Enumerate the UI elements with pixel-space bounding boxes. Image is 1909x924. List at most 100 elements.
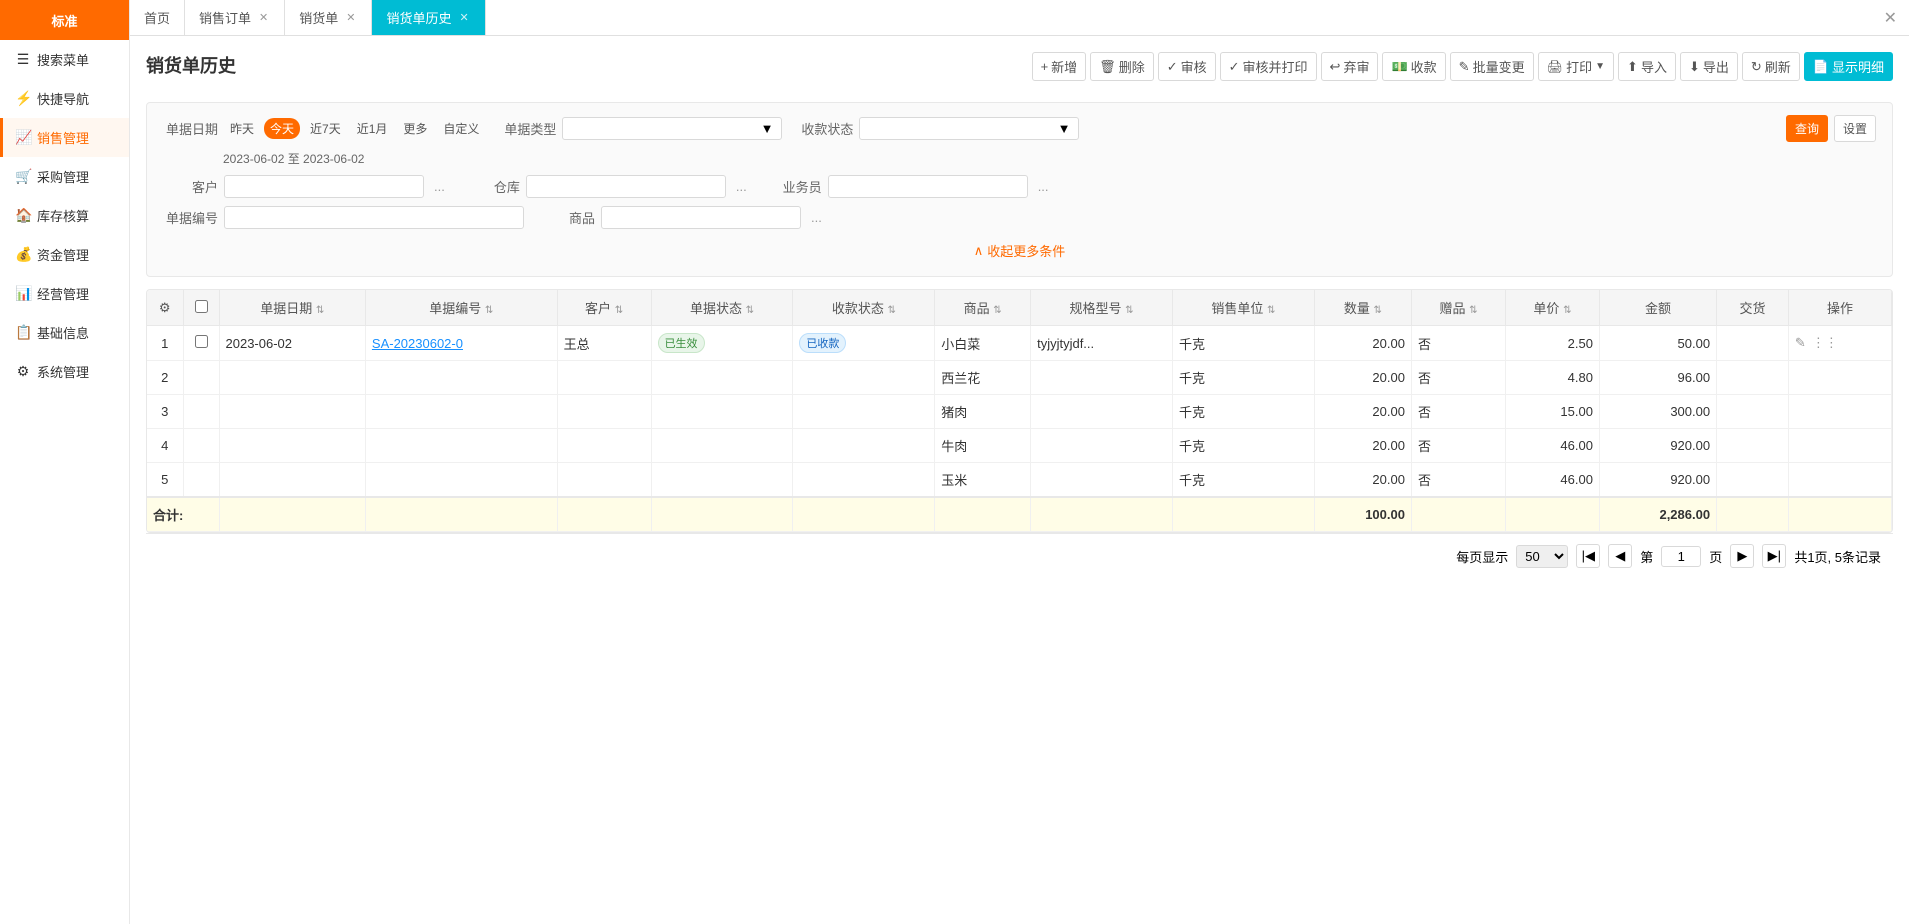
customer-ellipsis[interactable]: ... (430, 179, 449, 194)
row-price: 2.50 (1505, 326, 1599, 361)
row-checkbox[interactable] (183, 326, 219, 361)
tab-home[interactable]: 首页 (130, 0, 185, 35)
warehouse-input[interactable] (526, 175, 726, 198)
page-last-btn[interactable]: ▶| (1762, 544, 1786, 568)
row-check[interactable] (195, 335, 208, 348)
row-price: 46.00 (1505, 463, 1599, 498)
table-row: 5 玉米 千克 20.00 否 46.00 920.00 (147, 463, 1892, 498)
summary-empty-3 (557, 497, 651, 532)
table-row: 3 猪肉 千克 20.00 否 15.00 300.00 (147, 395, 1892, 429)
tab-sales-history-close[interactable]: ✕ (458, 11, 471, 24)
table-checkbox-col[interactable] (183, 290, 219, 326)
row-checkbox[interactable] (183, 429, 219, 463)
sidebar-item-sys-mgmt[interactable]: ⚙ 系统管理 (0, 352, 129, 391)
import-button[interactable]: ⬆ 导入 (1618, 52, 1676, 81)
table-settings-col[interactable]: ⚙ (147, 290, 183, 326)
sort-customer-icon[interactable]: ⇅ (615, 305, 623, 316)
tab-sales-goods[interactable]: 销货单 ✕ (285, 0, 372, 35)
edit-icon[interactable]: ✎ (1795, 335, 1806, 351)
row-checkbox[interactable] (183, 361, 219, 395)
page-prev-btn[interactable]: ◀ (1608, 544, 1632, 568)
audit-print-icon: ✓ (1229, 59, 1240, 75)
docno-input[interactable] (224, 206, 524, 229)
show-detail-button[interactable]: 📄 显示明细 (1804, 52, 1893, 81)
tab-sales-goods-close[interactable]: ✕ (344, 11, 357, 24)
print-button[interactable]: 🖨 打印 ▼ (1538, 52, 1614, 81)
sort-gift-icon[interactable]: ⇅ (1469, 305, 1477, 316)
sort-docstatus-icon[interactable]: ⇅ (746, 305, 754, 316)
customer-input[interactable] (224, 175, 424, 198)
sidebar-item-search-menu[interactable]: ☰ 搜索菜单 (0, 40, 129, 79)
sidebar-item-quick-nav[interactable]: ⚡ 快捷导航 (0, 79, 129, 118)
sort-qty-icon[interactable]: ⇅ (1374, 305, 1382, 316)
doc-no-link[interactable]: SA-20230602-0 (372, 336, 463, 351)
print-icon: 🖨 (1547, 59, 1564, 75)
sort-date-icon[interactable]: ⇅ (316, 305, 324, 316)
date-btn-custom[interactable]: 自定义 (437, 118, 485, 139)
sort-docno-icon[interactable]: ⇅ (485, 305, 493, 316)
sort-collectstatus-icon[interactable]: ⇅ (887, 305, 895, 316)
summary-empty-10 (1505, 497, 1599, 532)
sort-price-icon[interactable]: ⇅ (1563, 305, 1571, 316)
business-ellipsis[interactable]: ... (1034, 179, 1053, 194)
collect-status-select[interactable]: ▼ (859, 117, 1079, 140)
sidebar-item-inventory[interactable]: 🏠 库存核算 (0, 196, 129, 235)
page-title: 销货单历史 (146, 52, 236, 78)
date-btn-1month[interactable]: 近1月 (351, 118, 394, 139)
date-btn-yesterday[interactable]: 昨天 (224, 118, 260, 139)
summary-empty-9 (1411, 497, 1505, 532)
settings-button[interactable]: 设置 (1834, 115, 1876, 142)
row-checkbox[interactable] (183, 463, 219, 498)
col-price: 单价 ⇅ (1505, 290, 1599, 326)
row-checkbox[interactable] (183, 395, 219, 429)
sidebar-item-purchase-mgmt[interactable]: 🛒 采购管理 (0, 157, 129, 196)
customer-filter-label: 客户 (163, 177, 218, 196)
tab-bar-global-close[interactable]: ✕ (1872, 8, 1909, 28)
warehouse-ellipsis[interactable]: ... (732, 179, 751, 194)
row-gift: 否 (1411, 463, 1505, 498)
tab-sales-order[interactable]: 销售订单 ✕ (185, 0, 285, 35)
table-row: 2 西兰花 千克 20.00 否 4.80 96.00 (147, 361, 1892, 395)
collect-button[interactable]: 💵 收款 (1382, 52, 1445, 81)
sidebar-logo: 标准 (0, 0, 129, 40)
sidebar-item-base-info[interactable]: 📋 基础信息 (0, 313, 129, 352)
summary-empty-5 (793, 497, 935, 532)
page-input[interactable] (1661, 546, 1701, 567)
goods-ellipsis[interactable]: ... (807, 210, 826, 225)
col-qty: 数量 ⇅ (1314, 290, 1411, 326)
sort-spec-icon[interactable]: ⇅ (1125, 305, 1133, 316)
audit-print-button[interactable]: ✓ 审核并打印 (1220, 52, 1317, 81)
goods-input[interactable] (601, 206, 801, 229)
collapse-button[interactable]: ∧ 收起更多条件 (970, 237, 1070, 264)
sort-goods-icon[interactable]: ⇅ (993, 305, 1001, 316)
sidebar-item-sales-mgmt[interactable]: 📈 销售管理 (0, 118, 129, 157)
date-btn-today[interactable]: 今天 (264, 118, 300, 139)
sort-unit-icon[interactable]: ⇅ (1267, 305, 1275, 316)
add-button[interactable]: + 新增 (1032, 52, 1087, 81)
filter-goods-item: 商品 ... (540, 206, 826, 229)
sidebar-item-fund-mgmt[interactable]: 💰 资金管理 (0, 235, 129, 274)
type-select[interactable]: ▼ (562, 117, 782, 140)
date-btn-7days[interactable]: 近7天 (304, 118, 347, 139)
page-first-btn[interactable]: |◀ (1576, 544, 1600, 568)
batch-change-button[interactable]: ✎ 批量变更 (1450, 52, 1534, 81)
audit-button[interactable]: ✓ 审核 (1158, 52, 1216, 81)
refresh-button[interactable]: ↻ 刷新 (1742, 52, 1800, 81)
more-icon[interactable]: ⋮⋮ (1812, 335, 1838, 351)
page-size-select[interactable]: 50 100 200 (1516, 545, 1568, 568)
filter-row-1: 单据日期 昨天 今天 近7天 近1月 更多 自定义 单据类型 ▼ (163, 115, 1876, 142)
date-btn-more[interactable]: 更多 (397, 118, 433, 139)
export-button[interactable]: ⬇ 导出 (1680, 52, 1738, 81)
tab-sales-order-close[interactable]: ✕ (257, 11, 270, 24)
business-input[interactable] (828, 175, 1028, 198)
refresh-icon: ↻ (1751, 59, 1762, 75)
delete-button[interactable]: 🗑 删除 (1090, 52, 1154, 81)
ops-mgmt-icon: 📊 (15, 285, 31, 302)
row-collectstatus (793, 361, 935, 395)
abandon-button[interactable]: ↩ 弃审 (1321, 52, 1379, 81)
page-next-btn[interactable]: ▶ (1730, 544, 1754, 568)
tab-sales-history[interactable]: 销货单历史 ✕ (372, 0, 485, 35)
sidebar-item-ops-mgmt[interactable]: 📊 经营管理 (0, 274, 129, 313)
query-button[interactable]: 查询 (1786, 115, 1828, 142)
select-all-checkbox[interactable] (195, 300, 208, 313)
